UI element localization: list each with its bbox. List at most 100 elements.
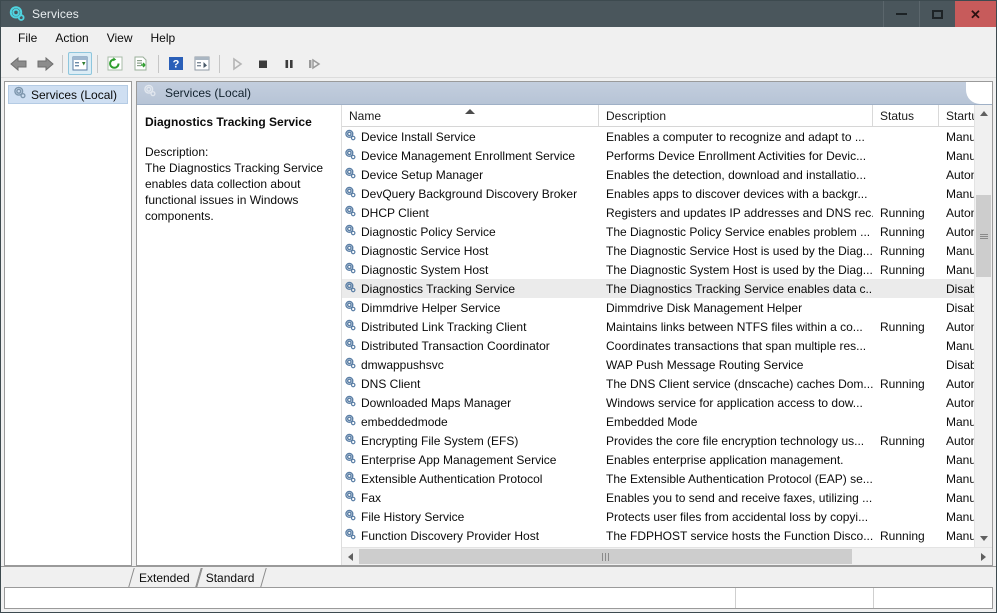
start-service-button[interactable]	[225, 52, 249, 75]
horizontal-scroll-thumb[interactable]	[359, 549, 852, 564]
table-row[interactable]: Diagnostic Service Host The Diagnostic Se…	[342, 241, 974, 260]
table-row[interactable]: Extensible Authentication Protocol The Ex…	[342, 469, 974, 488]
cell-service-name-label: Encrypting File System (EFS)	[361, 433, 519, 448]
table-row[interactable]: Distributed Transaction Coordinator Coord…	[342, 336, 974, 355]
pause-icon	[285, 59, 293, 68]
services-window: Services ✕ File Action View Help ? Servi…	[0, 0, 997, 613]
vertical-scroll-thumb[interactable]	[976, 195, 991, 278]
scroll-left-button[interactable]	[342, 548, 359, 565]
cell-description: Enables enterprise application managemen…	[606, 452, 844, 467]
cell-service-name: Downloaded Maps Manager	[342, 395, 599, 411]
cell-service-name-label: embeddedmode	[361, 414, 448, 429]
column-header-description[interactable]: Description	[599, 105, 873, 126]
menu-view[interactable]: View	[98, 29, 142, 47]
table-row[interactable]: Diagnostics Tracking Service The Diagnost…	[342, 279, 974, 298]
toolbar-separator	[97, 54, 98, 73]
toolbar-separator	[62, 54, 63, 73]
stop-service-button[interactable]	[251, 52, 275, 75]
table-row[interactable]: DHCP Client Registers and updates IP addr…	[342, 203, 974, 222]
cell-service-name: Diagnostic Policy Service	[342, 224, 599, 240]
table-row[interactable]: DNS Client The DNS Client service (dnscac…	[342, 374, 974, 393]
service-detail-title: Diagnostics Tracking Service	[145, 115, 312, 129]
cell-startup-type: Auton	[946, 167, 974, 182]
table-row[interactable]: Fax Enables you to send and receive faxes…	[342, 488, 974, 507]
sidebar-item-services-local[interactable]: Services (Local)	[8, 85, 128, 104]
services-gear-icon	[13, 86, 27, 103]
service-gear-icon	[344, 300, 357, 316]
table-row[interactable]: Function Discovery Provider Host The FDPH…	[342, 526, 974, 545]
listview-rows: Device Install Service Enables a computer…	[342, 127, 974, 547]
close-button[interactable]: ✕	[955, 1, 996, 27]
table-row[interactable]: DevQuery Background Discovery Broker Enab…	[342, 184, 974, 203]
back-button[interactable]	[7, 52, 31, 75]
service-gear-icon	[344, 129, 357, 145]
cell-status: Running	[880, 243, 925, 258]
tab-standard-label: Standard	[205, 570, 255, 585]
scroll-thumb-grip	[601, 552, 610, 561]
service-gear-icon	[344, 338, 357, 354]
cell-description: Windows service for application access t…	[606, 395, 863, 410]
column-header-status[interactable]: Status	[873, 105, 939, 126]
menu-action[interactable]: Action	[46, 29, 97, 47]
column-header-description-label: Description	[606, 108, 667, 123]
tab-extended[interactable]: Extended	[133, 568, 200, 587]
scroll-up-button[interactable]	[975, 105, 992, 122]
service-gear-icon	[344, 357, 357, 373]
maximize-button[interactable]	[919, 1, 955, 27]
cell-service-name-label: DNS Client	[361, 376, 421, 391]
show-hide-console-tree-button[interactable]	[68, 52, 92, 75]
vertical-scrollbar[interactable]	[974, 105, 992, 547]
table-row[interactable]: File History Service Protects user files …	[342, 507, 974, 526]
cell-description: The Diagnostic System Host is used by th…	[606, 262, 873, 277]
cell-description: The Diagnostic Service Host is used by t…	[606, 243, 873, 258]
horizontal-scroll-track[interactable]	[359, 548, 975, 565]
window-title: Services	[32, 7, 79, 21]
table-row[interactable]: Encrypting File System (EFS) Provides the…	[342, 431, 974, 450]
cell-startup-type: Auton	[946, 224, 974, 239]
table-row[interactable]: Dimmdrive Helper Service Dimmdrive Disk M…	[342, 298, 974, 317]
cell-service-name: Fax	[342, 490, 599, 506]
restart-service-button[interactable]	[303, 52, 327, 75]
table-row[interactable]: Diagnostic Policy Service The Diagnostic …	[342, 222, 974, 241]
menu-file[interactable]: File	[9, 29, 46, 47]
cell-service-name-label: Extensible Authentication Protocol	[361, 471, 543, 486]
column-header-name[interactable]: Name	[342, 105, 599, 126]
forward-button[interactable]	[33, 52, 57, 75]
export-list-button[interactable]	[129, 52, 153, 75]
table-row[interactable]: embeddedmode Embedded Mode Manu	[342, 412, 974, 431]
menu-bar: File Action View Help	[1, 27, 996, 50]
cell-startup-type: Manu	[946, 509, 974, 524]
table-row[interactable]: Distributed Link Tracking Client Maintain…	[342, 317, 974, 336]
properties-button[interactable]	[190, 52, 214, 75]
table-row[interactable]: Enterprise App Management Service Enables…	[342, 450, 974, 469]
scroll-right-button[interactable]	[975, 548, 992, 565]
minimize-button[interactable]	[883, 1, 919, 27]
minimize-icon	[896, 13, 907, 15]
service-gear-icon	[344, 281, 357, 297]
cell-service-name: dmwappushsvc	[342, 357, 599, 373]
table-row[interactable]: dmwappushsvc WAP Push Message Routing Ser…	[342, 355, 974, 374]
refresh-button[interactable]	[103, 52, 127, 75]
column-header-startup-type[interactable]: Startu	[939, 105, 974, 126]
table-row[interactable]: Downloaded Maps Manager Windows service f…	[342, 393, 974, 412]
pause-service-button[interactable]	[277, 52, 301, 75]
cell-description: Enables the detection, download and inst…	[606, 167, 867, 182]
tab-standard[interactable]: Standard	[200, 568, 265, 587]
table-row[interactable]: Diagnostic System Host The Diagnostic Sys…	[342, 260, 974, 279]
help-button[interactable]: ?	[164, 52, 188, 75]
vertical-scroll-track[interactable]	[975, 122, 992, 530]
chevron-up-icon	[979, 111, 988, 116]
table-row[interactable]: Device Install Service Enables a computer…	[342, 127, 974, 146]
table-row[interactable]: Device Setup Manager Enables the detectio…	[342, 165, 974, 184]
service-gear-icon	[344, 490, 357, 506]
cell-service-name-label: Diagnostics Tracking Service	[361, 281, 516, 296]
horizontal-scrollbar[interactable]	[342, 547, 992, 565]
table-row[interactable]: Device Management Enrollment Service Perf…	[342, 146, 974, 165]
cell-status: Running	[880, 319, 925, 334]
service-gear-icon	[344, 395, 357, 411]
cell-status: Running	[880, 528, 925, 543]
cell-service-name: Function Discovery Provider Host	[342, 528, 599, 544]
menu-help[interactable]: Help	[142, 29, 185, 47]
scroll-down-button[interactable]	[975, 530, 992, 547]
title-bar[interactable]: Services ✕	[1, 1, 996, 27]
